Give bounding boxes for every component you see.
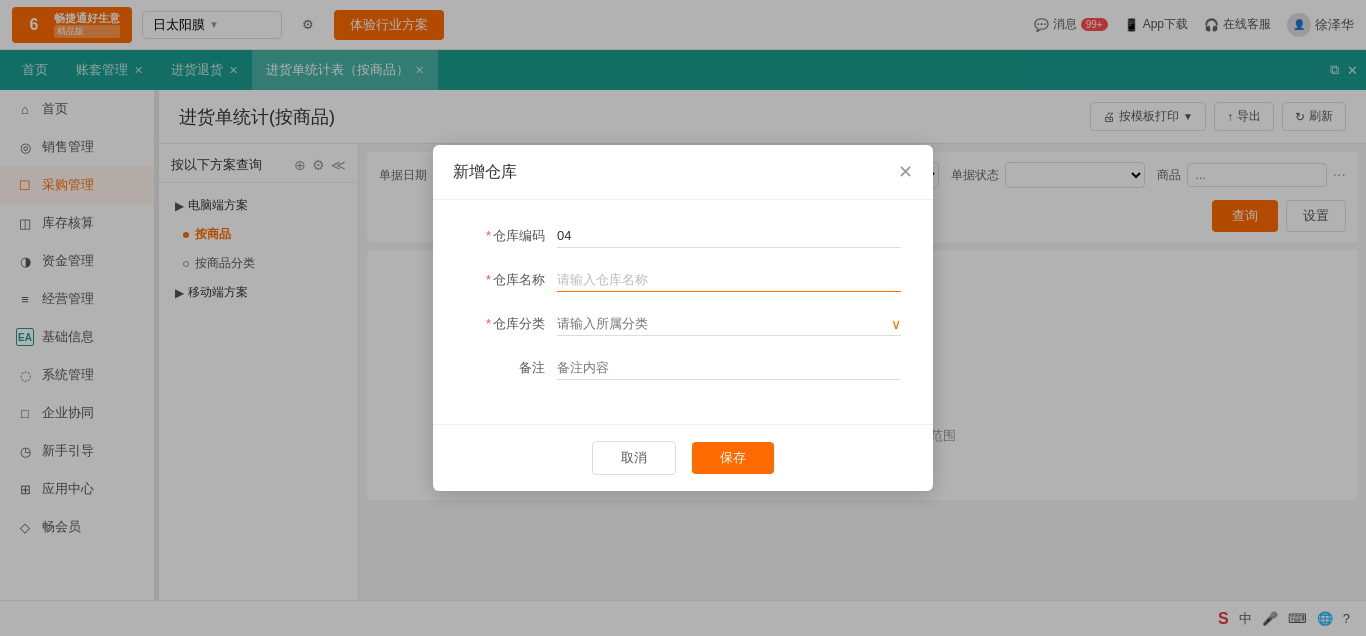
warehouse-name-label: 仓库名称 <box>465 271 545 289</box>
warehouse-category-label: 仓库分类 <box>465 315 545 333</box>
warehouse-note-label: 备注 <box>465 359 545 377</box>
warehouse-category-wrapper: ∨ <box>557 312 901 336</box>
modal-overlay[interactable]: 新增仓库 ✕ 仓库编码 仓库名称 仓库分类 ∨ <box>0 0 1366 636</box>
modal-footer: 取消 保存 <box>433 424 933 491</box>
warehouse-note-row: 备注 <box>465 356 901 380</box>
warehouse-category-row: 仓库分类 ∨ <box>465 312 901 336</box>
modal-title: 新增仓库 <box>453 162 517 183</box>
category-dropdown-icon[interactable]: ∨ <box>891 316 901 332</box>
warehouse-code-label: 仓库编码 <box>465 227 545 245</box>
warehouse-name-row: 仓库名称 <box>465 268 901 292</box>
cancel-button[interactable]: 取消 <box>592 441 676 475</box>
modal-body: 仓库编码 仓库名称 仓库分类 ∨ 备注 <box>433 200 933 424</box>
modal-header: 新增仓库 ✕ <box>433 145 933 200</box>
warehouse-name-input[interactable] <box>557 268 901 292</box>
new-warehouse-modal: 新增仓库 ✕ 仓库编码 仓库名称 仓库分类 ∨ <box>433 145 933 491</box>
modal-close-button[interactable]: ✕ <box>898 161 913 183</box>
warehouse-note-input[interactable] <box>557 356 901 380</box>
warehouse-code-input[interactable] <box>557 224 901 248</box>
warehouse-category-input[interactable] <box>557 312 891 335</box>
save-button[interactable]: 保存 <box>692 442 774 474</box>
warehouse-code-row: 仓库编码 <box>465 224 901 248</box>
